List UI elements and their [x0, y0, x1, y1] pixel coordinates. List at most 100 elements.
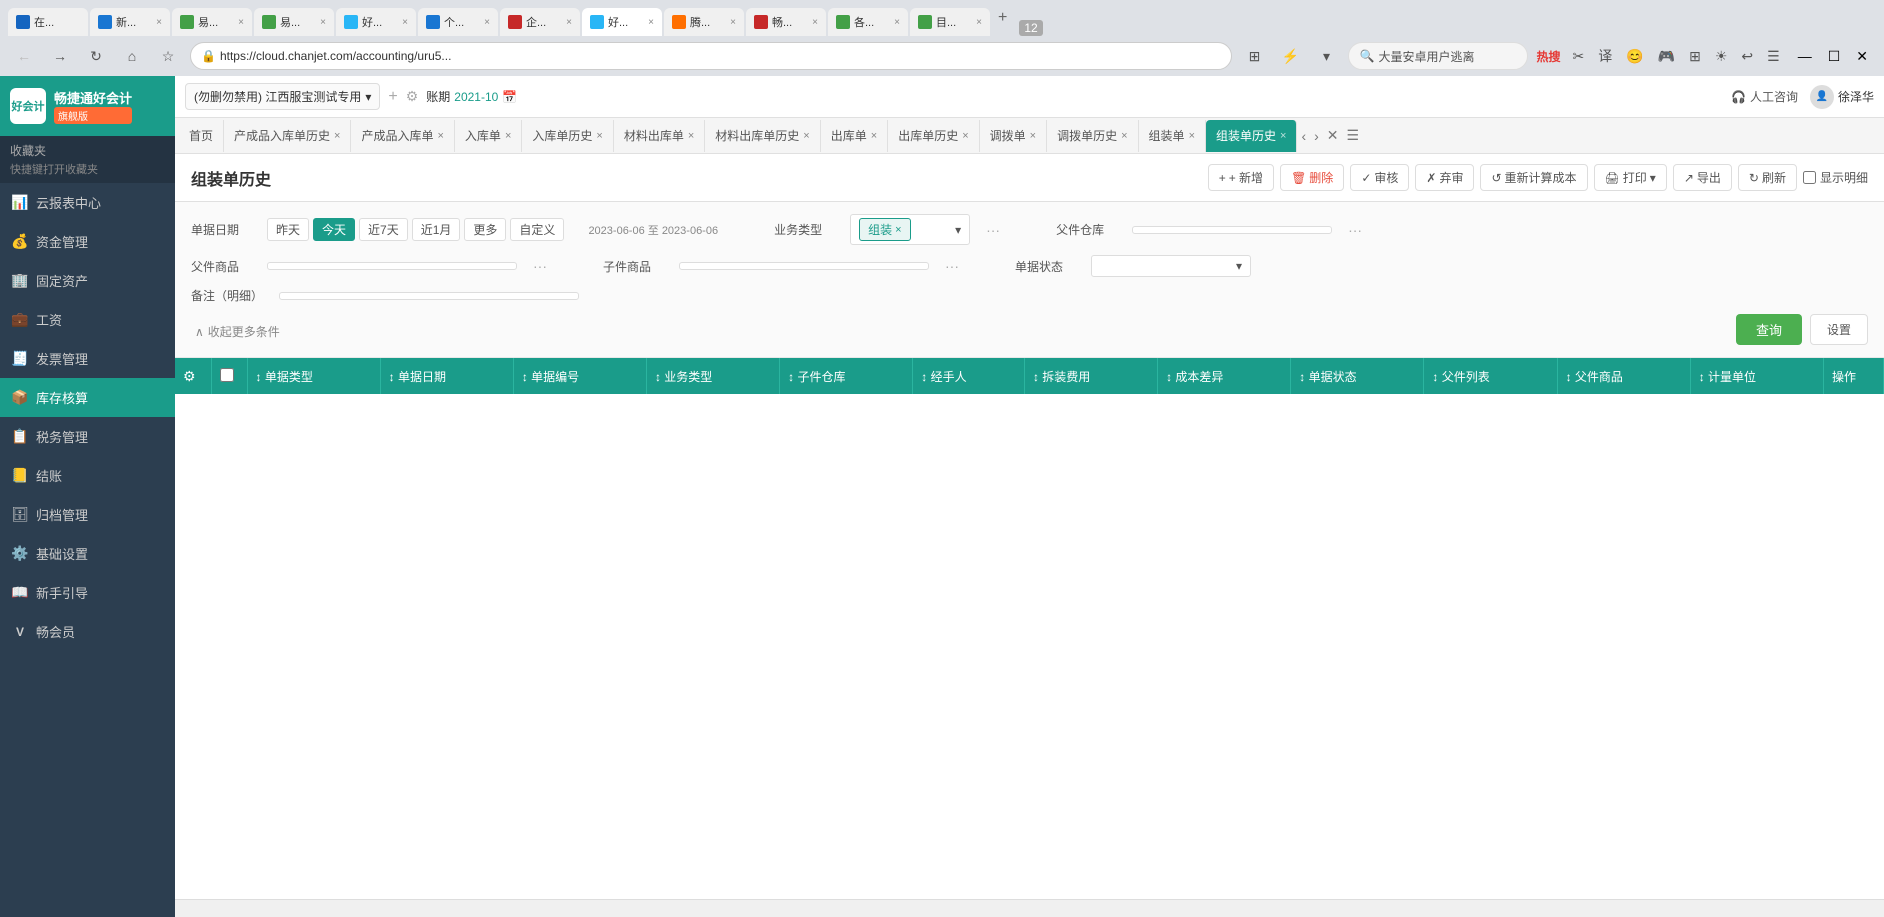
page-tab-6[interactable]: 材料出库单历史 × [705, 120, 820, 152]
tab-more[interactable]: ☰ [1343, 127, 1364, 144]
page-tab-4[interactable]: 入库单历史 × [522, 120, 613, 152]
game-icon[interactable]: 🎮 [1654, 46, 1679, 67]
business-type-tag-close[interactable]: × [895, 224, 901, 236]
period-value[interactable]: 2021-10 [454, 90, 498, 104]
col-order-status[interactable]: ↕ 单据状态 [1291, 358, 1424, 394]
sidebar-item-huiyuan[interactable]: V 畅会员 [0, 612, 175, 651]
minimize-button[interactable]: — [1792, 48, 1818, 64]
sidebar-item-shuiwu[interactable]: 📋 税务管理 [0, 417, 175, 456]
browser-tab-8[interactable]: 好... × [582, 8, 662, 36]
tab-close-3[interactable]: × [238, 17, 244, 28]
company-selector[interactable]: (勿删勿禁用) 江西服宝测试专用 ▾ [185, 83, 380, 110]
child-goods-input[interactable] [679, 262, 929, 270]
menu-icon[interactable]: ☰ [1763, 46, 1784, 67]
reload-button[interactable]: ↻ [82, 42, 110, 70]
col-checkbox[interactable] [211, 358, 247, 394]
date-btn-yesterday[interactable]: 昨天 [267, 218, 309, 241]
col-parent-list[interactable]: ↕ 父件列表 [1424, 358, 1557, 394]
tab-close-2[interactable]: × [156, 17, 162, 28]
url-bar[interactable]: 🔒 https://cloud.chanjet.com/accounting/u… [190, 42, 1232, 70]
page-tab-close-6[interactable]: × [803, 130, 809, 142]
notes-input[interactable] [279, 292, 579, 300]
user-info[interactable]: 👤 徐泽华 [1810, 85, 1874, 109]
page-tab-close-9[interactable]: × [1030, 130, 1036, 142]
sidebar-item-zijin[interactable]: 💰 资金管理 [0, 222, 175, 261]
browser-tab-10[interactable]: 畅... × [746, 8, 826, 36]
tab-close-11[interactable]: × [894, 17, 900, 28]
horizontal-scrollbar[interactable] [175, 899, 1884, 917]
page-tab-home[interactable]: 首页 [179, 120, 224, 152]
business-type-dropdown[interactable]: 组装 × ▾ [850, 214, 970, 245]
browser-tab-2[interactable]: 新... × [90, 8, 170, 36]
page-tab-close-2[interactable]: × [437, 130, 443, 142]
order-status-dropdown[interactable]: ▾ [1091, 255, 1251, 277]
page-tab-close-10[interactable]: × [1121, 130, 1127, 142]
tab-close-4[interactable]: × [320, 17, 326, 28]
parent-goods-more-dots[interactable]: ··· [533, 258, 547, 274]
page-tab-8[interactable]: 出库单历史 × [888, 120, 979, 152]
new-button[interactable]: + + 新增 [1208, 164, 1274, 191]
parent-warehouse-more-dots[interactable]: ··· [1348, 222, 1362, 238]
browser-tab-4[interactable]: 易... × [254, 8, 334, 36]
grid-icon[interactable]: ⊞ [1685, 46, 1705, 67]
tab-close-8[interactable]: × [648, 17, 654, 28]
page-tab-10[interactable]: 调拨单历史 × [1047, 120, 1138, 152]
browser-tab-12[interactable]: 目... × [910, 8, 990, 36]
col-parent-goods[interactable]: ↕ 父件商品 [1557, 358, 1690, 394]
page-tab-3[interactable]: 入库单 × [455, 120, 522, 152]
browser-tab-3[interactable]: 易... × [172, 8, 252, 36]
page-tab-close-4[interactable]: × [596, 130, 602, 142]
tab-close-12[interactable]: × [976, 17, 982, 28]
parent-goods-input[interactable] [267, 262, 517, 270]
page-tab-close-1[interactable]: × [334, 130, 340, 142]
scissors-icon[interactable]: ✂ [1569, 46, 1589, 67]
col-handler[interactable]: ↕ 经手人 [913, 358, 1025, 394]
col-order-date[interactable]: ↕ 单据日期 [380, 358, 513, 394]
sidebar-item-xinshou[interactable]: 📖 新手引导 [0, 573, 175, 612]
dropdown-button[interactable]: ▾ [1312, 42, 1340, 70]
set-button[interactable]: 设置 [1810, 314, 1868, 345]
col-business-type[interactable]: ↕ 业务类型 [646, 358, 779, 394]
tab-close-9[interactable]: × [730, 17, 736, 28]
date-btn-1month[interactable]: 近1月 [412, 218, 461, 241]
show-detail-input[interactable] [1803, 171, 1816, 184]
emoji-icon[interactable]: 😊 [1622, 46, 1647, 67]
business-type-more-dots[interactable]: ··· [986, 222, 1000, 238]
page-tab-close-7[interactable]: × [871, 130, 877, 142]
sidebar-item-gongzi[interactable]: 💼 工资 [0, 300, 175, 339]
col-settings[interactable]: ⚙ [175, 358, 211, 394]
page-tab-close-8[interactable]: × [962, 130, 968, 142]
query-button[interactable]: 查询 [1736, 314, 1802, 345]
col-unit[interactable]: ↕ 计量单位 [1690, 358, 1823, 394]
sidebar-item-kucun[interactable]: 📦 库存核算 [0, 378, 175, 417]
consultation-button[interactable]: 🎧 人工咨询 [1731, 88, 1798, 105]
sidebar-item-jichushezhi[interactable]: ⚙️ 基础设置 [0, 534, 175, 573]
date-btn-custom[interactable]: 自定义 [510, 218, 564, 241]
col-order-type[interactable]: ↕ 单据类型 [247, 358, 380, 394]
parent-warehouse-input[interactable] [1132, 226, 1332, 234]
page-tab-7[interactable]: 出库单 × [821, 120, 888, 152]
browser-tab-1[interactable]: 在... [8, 8, 88, 36]
back-button[interactable]: ← [10, 42, 38, 70]
page-tab-close-3[interactable]: × [505, 130, 511, 142]
date-btn-7days[interactable]: 近7天 [359, 218, 408, 241]
undo-icon[interactable]: ↩ [1737, 46, 1757, 67]
abandon-button[interactable]: ✗ 弃审 [1415, 164, 1474, 191]
sidebar-item-yunbiao[interactable]: 📊 云报表中心 [0, 183, 175, 222]
sidebar-item-gudingzichan[interactable]: 🏢 固定资产 [0, 261, 175, 300]
review-button[interactable]: ✓ 审核 [1350, 164, 1409, 191]
page-tab-close-12[interactable]: × [1280, 130, 1286, 142]
col-child-warehouse[interactable]: ↕ 子件仓库 [780, 358, 913, 394]
home-button[interactable]: ⌂ [118, 42, 146, 70]
lightning-button[interactable]: ⚡ [1276, 42, 1304, 70]
child-goods-more-dots[interactable]: ··· [945, 258, 959, 274]
page-tab-12[interactable]: 组装单历史 × [1206, 120, 1297, 152]
page-tab-9[interactable]: 调拨单 × [980, 120, 1047, 152]
sun-icon[interactable]: ☀ [1711, 46, 1732, 67]
page-tab-2[interactable]: 产成品入库单 × [351, 120, 454, 152]
browser-tab-9[interactable]: 腾... × [664, 8, 744, 36]
page-tab-1[interactable]: 产成品入库单历史 × [224, 120, 351, 152]
col-disassemble-cost[interactable]: ↕ 拆装费用 [1024, 358, 1157, 394]
search-bar[interactable]: 🔍 大量安卓用户逃离 [1348, 42, 1528, 70]
browser-tab-7[interactable]: 企... × [500, 8, 580, 36]
